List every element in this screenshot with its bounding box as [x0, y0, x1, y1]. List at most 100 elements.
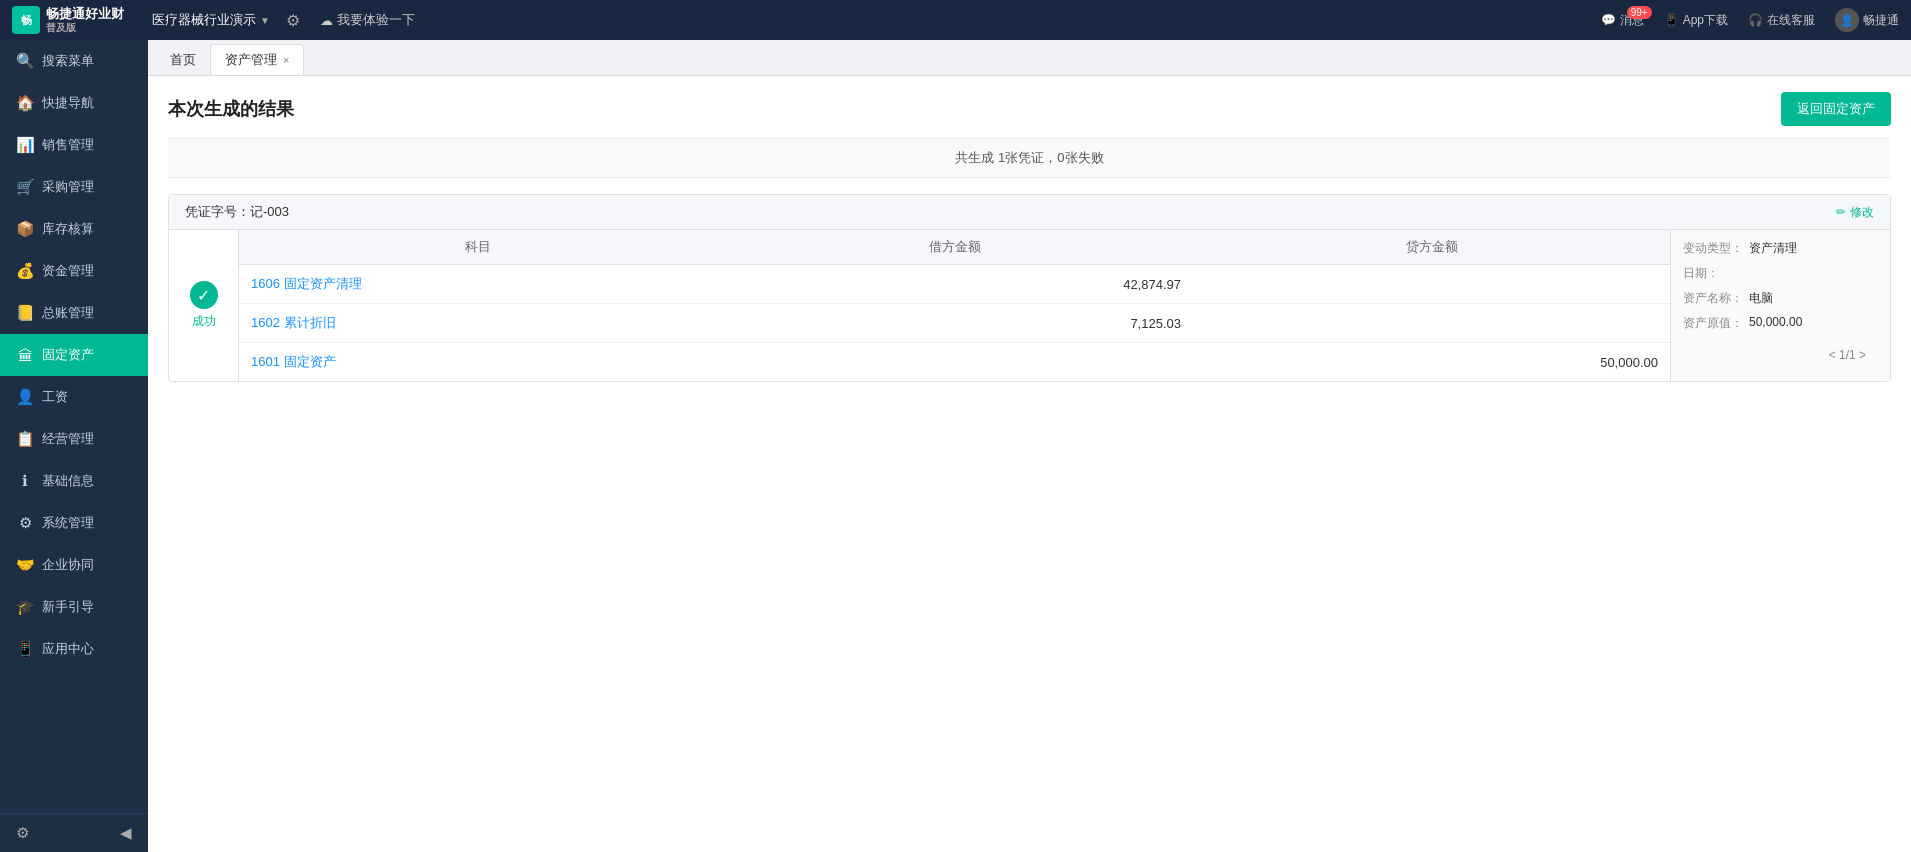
- table-row: 1606 固定资产清理 42,874.97: [239, 265, 1670, 304]
- pagination[interactable]: < 1/1 >: [1683, 340, 1878, 370]
- td-credit-2: 50,000.00: [1193, 345, 1670, 380]
- right-panel-label-date: 日期：: [1683, 265, 1719, 282]
- trial-area: ☁ 我要体验一下: [320, 11, 415, 29]
- th-credit: 贷方金额: [1193, 230, 1670, 264]
- sidebar-item-basic-info[interactable]: ℹ 基础信息: [0, 460, 148, 502]
- sidebar-label-quick-nav: 快捷导航: [42, 94, 94, 112]
- table-row: 1601 固定资产 50,000.00: [239, 343, 1670, 381]
- logo-text: 畅捷通好业财 普及版: [46, 6, 124, 34]
- app-download-label: App下载: [1683, 12, 1728, 29]
- company-name: 医疗器械行业演示: [152, 11, 256, 29]
- sidebar-label-management: 经营管理: [42, 430, 94, 448]
- purchase-icon: 🛒: [16, 178, 34, 196]
- voucher-table: 科目 借方金额 贷方金额 1606 固定资产清理 42,874.97 1: [239, 230, 1670, 381]
- sidebar-item-fixed-assets[interactable]: 🏛 固定资产: [0, 334, 148, 376]
- sidebar-label-inventory: 库存核算: [42, 220, 94, 238]
- voucher-no: 凭证字号：记-003: [185, 203, 289, 221]
- tab-home[interactable]: 首页: [160, 45, 206, 75]
- tab-close-icon[interactable]: ×: [283, 54, 289, 66]
- sidebar-item-capital[interactable]: 💰 资金管理: [0, 250, 148, 292]
- sidebar-item-salary[interactable]: 👤 工资: [0, 376, 148, 418]
- fixed-assets-icon: 🏛: [16, 347, 34, 364]
- sidebar-item-search-menu[interactable]: 🔍 搜索菜单: [0, 40, 148, 82]
- voucher-area: 凭证字号：记-003 ✏ 修改 ✓ 成功: [168, 194, 1891, 382]
- messages-badge: 99+: [1627, 6, 1652, 19]
- right-panel-row-name: 资产名称： 电脑: [1683, 290, 1878, 307]
- subject-link-1[interactable]: 1602 累计折旧: [251, 315, 336, 330]
- td-debit-2: [716, 352, 1193, 372]
- home-icon: 🏠: [16, 94, 34, 112]
- app-download-button[interactable]: 📱 App下载: [1664, 12, 1728, 29]
- tab-asset-management-label: 资产管理: [225, 51, 277, 69]
- page-header: 本次生成的结果 返回固定资产: [148, 76, 1911, 138]
- trial-label[interactable]: 我要体验一下: [337, 11, 415, 29]
- td-credit-1: [1193, 313, 1670, 333]
- edit-link[interactable]: ✏ 修改: [1836, 204, 1874, 221]
- guide-icon: 🎓: [16, 598, 34, 616]
- management-icon: 📋: [16, 430, 34, 448]
- sidebar-item-ledger[interactable]: 📒 总账管理: [0, 292, 148, 334]
- sidebar-item-app-center[interactable]: 📱 应用中心: [0, 628, 148, 670]
- voucher-no-label: 凭证字号：: [185, 204, 250, 219]
- company-selector[interactable]: 医疗器械行业演示 ▼: [152, 11, 270, 29]
- sidebar-item-guide[interactable]: 🎓 新手引导: [0, 586, 148, 628]
- sidebar-item-quick-nav[interactable]: 🏠 快捷导航: [0, 82, 148, 124]
- sidebar-scroll: 🔍 搜索菜单 🏠 快捷导航 📊 销售管理 🛒 采购管理 📦 库存核算 💰: [0, 40, 148, 813]
- success-text: 成功: [192, 313, 216, 330]
- voucher-no-value: 记-003: [250, 204, 289, 219]
- voucher-header: 凭证字号：记-003 ✏ 修改: [169, 195, 1890, 230]
- sidebar-label-ledger: 总账管理: [42, 304, 94, 322]
- sidebar-label-salary: 工资: [42, 388, 68, 406]
- sidebar-label-fixed-assets: 固定资产: [42, 346, 94, 364]
- logo: 畅 畅捷通好业财 普及版: [12, 6, 124, 34]
- logo-icon: 畅: [12, 6, 40, 34]
- messages-button[interactable]: 💬 消息 99+: [1601, 12, 1644, 29]
- edit-label: 修改: [1850, 204, 1874, 221]
- enterprise-icon: 🤝: [16, 556, 34, 574]
- capital-icon: 💰: [16, 262, 34, 280]
- customer-service-button[interactable]: 🎧 在线客服: [1748, 12, 1815, 29]
- settings-icon[interactable]: ⚙: [286, 11, 300, 30]
- sidebar-item-purchase[interactable]: 🛒 采购管理: [0, 166, 148, 208]
- main-layout: 🔍 搜索菜单 🏠 快捷导航 📊 销售管理 🛒 采购管理 📦 库存核算 💰: [0, 40, 1911, 852]
- message-icon: 💬: [1601, 13, 1616, 27]
- sidebar-item-system[interactable]: ⚙ 系统管理: [0, 502, 148, 544]
- sidebar-item-sales[interactable]: 📊 销售管理: [0, 124, 148, 166]
- td-debit-1: 7,125.03: [716, 306, 1193, 341]
- sidebar: 🔍 搜索菜单 🏠 快捷导航 📊 销售管理 🛒 采购管理 📦 库存核算 💰: [0, 40, 148, 852]
- status-column: ✓ 成功: [169, 230, 239, 381]
- tabbar: 首页 资产管理 ×: [148, 40, 1911, 76]
- user-area[interactable]: 👤 畅捷通: [1835, 8, 1899, 32]
- basic-info-icon: ℹ: [16, 472, 34, 490]
- right-panel-row-type: 变动类型： 资产清理: [1683, 240, 1878, 257]
- th-subject: 科目: [239, 230, 716, 264]
- sidebar-label-app-center: 应用中心: [42, 640, 94, 658]
- sidebar-settings-icon[interactable]: ⚙: [16, 824, 29, 842]
- sidebar-label-guide: 新手引导: [42, 598, 94, 616]
- subject-link-0[interactable]: 1606 固定资产清理: [251, 276, 362, 291]
- summary-text: 共生成 1张凭证，0张失败: [955, 150, 1103, 165]
- tab-home-label: 首页: [170, 51, 196, 69]
- sidebar-item-inventory[interactable]: 📦 库存核算: [0, 208, 148, 250]
- subject-link-2[interactable]: 1601 固定资产: [251, 354, 336, 369]
- right-panel-label-original-value: 资产原值：: [1683, 315, 1743, 332]
- sidebar-bottom: ⚙ ◀: [0, 813, 148, 852]
- sidebar-label-basic-info: 基础信息: [42, 472, 94, 490]
- td-debit-0: 42,874.97: [716, 267, 1193, 302]
- right-panel-row-date: 日期：: [1683, 265, 1878, 282]
- voucher-content: ✓ 成功 科目 借方金额 贷方金额 1606 固定资产清理: [169, 230, 1890, 381]
- td-subject-1: 1602 累计折旧: [239, 304, 716, 342]
- sidebar-label-purchase: 采购管理: [42, 178, 94, 196]
- tab-asset-management[interactable]: 资产管理 ×: [210, 44, 304, 75]
- table-header: 科目 借方金额 贷方金额: [239, 230, 1670, 265]
- sidebar-label-search-menu: 搜索菜单: [42, 52, 94, 70]
- sidebar-item-enterprise[interactable]: 🤝 企业协同: [0, 544, 148, 586]
- cloud-icon: ☁: [320, 13, 333, 28]
- search-icon: 🔍: [16, 52, 34, 70]
- sidebar-collapse-icon[interactable]: ◀: [120, 824, 132, 842]
- topbar: 畅 畅捷通好业财 普及版 医疗器械行业演示 ▼ ⚙ ☁ 我要体验一下 💬 消息 …: [0, 0, 1911, 40]
- back-to-fixed-assets-button[interactable]: 返回固定资产: [1781, 92, 1891, 126]
- sidebar-item-management[interactable]: 📋 经营管理: [0, 418, 148, 460]
- app-center-icon: 📱: [16, 640, 34, 658]
- right-panel-label-type: 变动类型：: [1683, 240, 1743, 257]
